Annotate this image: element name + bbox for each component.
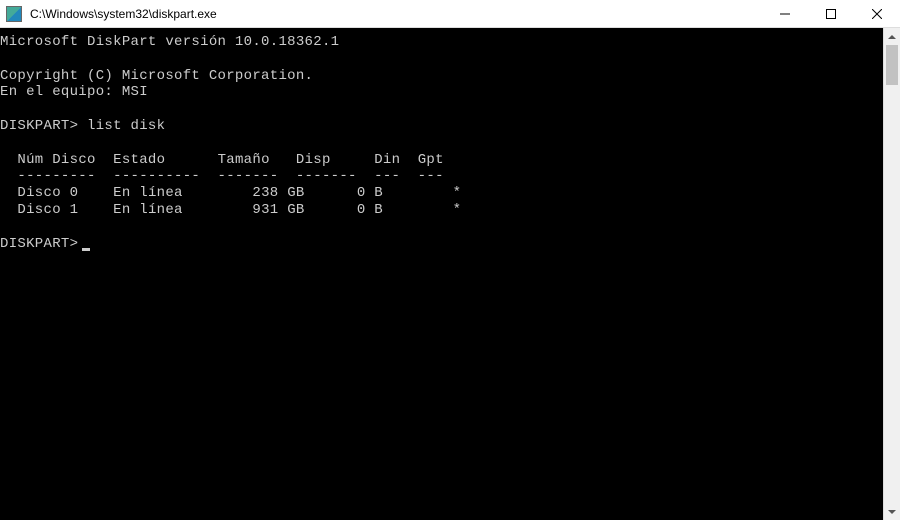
vertical-scrollbar[interactable] — [883, 28, 900, 520]
prompt-line: DISKPART> list disk — [0, 118, 883, 135]
table-header: Núm Disco Estado Tamaño Disp Din Gpt — [0, 152, 883, 169]
blank-line — [0, 51, 883, 68]
console-output[interactable]: Microsoft DiskPart versión 10.0.18362.1 … — [0, 28, 883, 520]
minimize-button[interactable] — [762, 0, 808, 28]
prompt-line: DISKPART> — [0, 236, 883, 253]
scroll-thumb[interactable] — [886, 45, 898, 85]
scroll-down-arrow-icon[interactable] — [884, 503, 900, 520]
blank-line — [0, 219, 883, 236]
titlebar: C:\Windows\system32\diskpart.exe — [0, 0, 900, 28]
scroll-track[interactable] — [884, 45, 900, 503]
table-row: Disco 0 En línea 238 GB 0 B * — [0, 185, 883, 202]
table-separator: --------- ---------- ------- ------- ---… — [0, 168, 883, 185]
window-controls — [762, 0, 900, 27]
banner-line: Microsoft DiskPart versión 10.0.18362.1 — [0, 34, 883, 51]
blank-line — [0, 135, 883, 152]
cursor-icon — [82, 248, 90, 251]
console-app-icon — [6, 6, 22, 22]
machine-line: En el equipo: MSI — [0, 84, 883, 101]
scroll-up-arrow-icon[interactable] — [884, 28, 900, 45]
table-row: Disco 1 En línea 931 GB 0 B * — [0, 202, 883, 219]
window-title: C:\Windows\system32\diskpart.exe — [28, 7, 762, 21]
copyright-line: Copyright (C) Microsoft Corporation. — [0, 68, 883, 85]
blank-line — [0, 101, 883, 118]
close-button[interactable] — [854, 0, 900, 28]
maximize-button[interactable] — [808, 0, 854, 28]
